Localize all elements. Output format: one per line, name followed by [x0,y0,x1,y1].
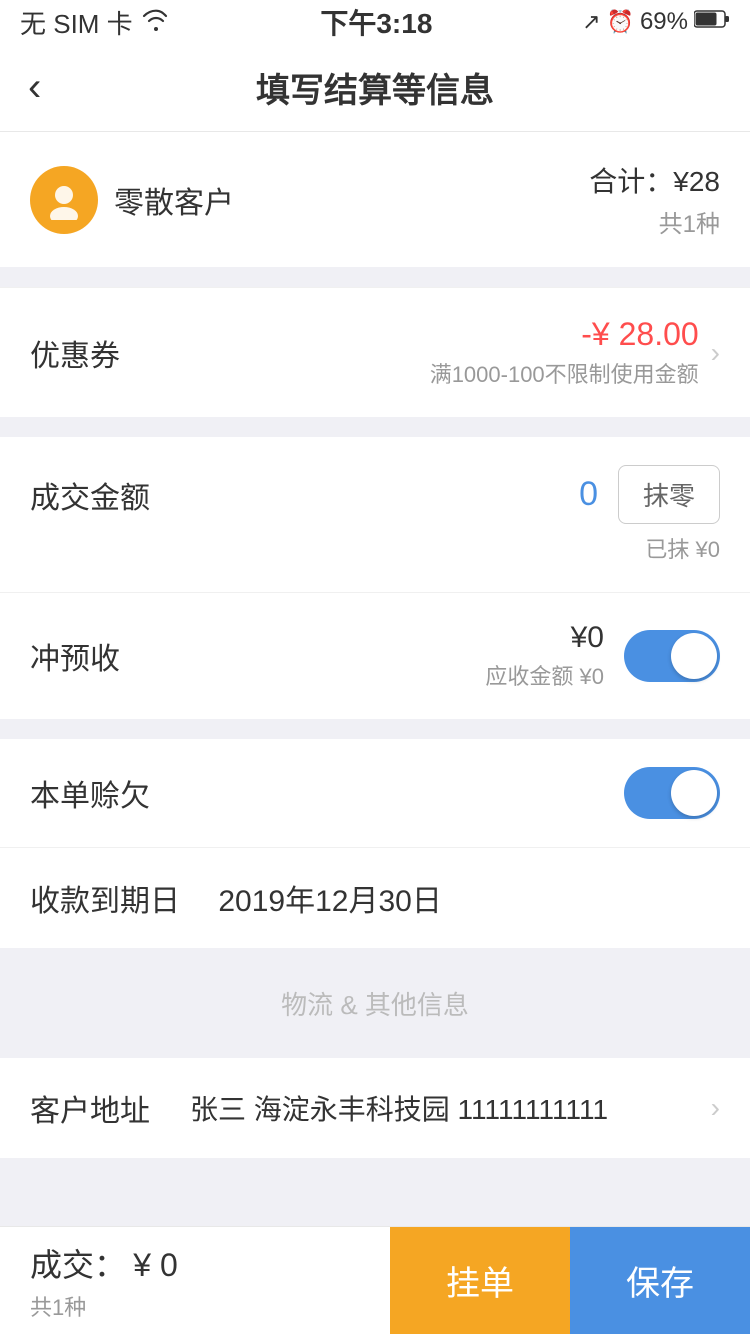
prereceive-toggle[interactable] [624,630,720,682]
prereceive-row: 冲预收 ¥0 应收金额 ¥0 [30,621,720,691]
toggle-knob [671,633,717,679]
page-title: 填写结算等信息 [256,63,494,112]
debit-section: 本单赊欠 [0,739,750,847]
coupon-discount: -¥ 28.00 [430,316,699,353]
prereceive-right: ¥0 应收金额 ¥0 [485,621,720,691]
customer-section: 零散客户 合计：¥28 共1种 [0,132,750,267]
round-button[interactable]: 抹零 [618,465,720,524]
back-button[interactable]: ‹ [28,65,41,110]
nav-bar: ‹ 填写结算等信息 [0,44,750,132]
content: 零散客户 合计：¥28 共1种 优惠券 -¥ 28.00 满1000-100不限… [0,132,750,1298]
prereceive-label: 冲预收 [30,634,120,678]
transaction-label: 成交金额 [30,473,150,517]
wifi-icon [141,7,171,38]
battery-icon [694,8,730,36]
divider-2 [0,417,750,437]
debit-label: 本单赊欠 [30,771,150,815]
sim-status: 无 SIM 卡 [20,4,133,41]
status-time: 下午3:18 [320,2,432,42]
customer-avatar [30,166,98,234]
logistics-divider: 物流 & 其他信息 [0,968,750,1038]
coupon-chevron-icon: › [711,337,720,369]
bottom-transaction: 成交： ¥ 0 [30,1240,360,1286]
logistics-text: 物流 & 其他信息 [281,985,469,1022]
debit-toggle[interactable] [624,767,720,819]
coupon-right: -¥ 28.00 满1000-100不限制使用金额 › [430,316,720,389]
divider-6 [0,1158,750,1178]
coupon-label: 优惠券 [30,331,120,375]
coupon-section[interactable]: 优惠券 -¥ 28.00 满1000-100不限制使用金额 › [0,287,750,417]
bottom-info: 成交： ¥ 0 共1种 [0,1240,390,1322]
hang-button[interactable]: 挂单 [390,1227,570,1334]
battery-percent: 69% [640,8,688,36]
divider-4 [0,948,750,968]
bottom-transaction-label: 成交： [30,1247,126,1283]
customer-left: 零散客户 [30,166,234,234]
divider-5 [0,1038,750,1058]
duedate-value: 2019年12月30日 [218,885,441,918]
address-label: 客户地址 [30,1086,150,1130]
prereceive-section: 冲预收 ¥0 应收金额 ¥0 [0,592,750,719]
divider-3 [0,719,750,739]
status-right: ↗ ⏰ 69% [582,8,730,36]
customer-name: 零散客户 [114,178,234,222]
transaction-value: 0 [579,475,598,514]
bottom-count: 共1种 [30,1290,360,1322]
already-rounded: 已抹 ¥0 [30,532,720,564]
address-chevron-icon: › [711,1092,720,1124]
duedate-label: 收款到期日 [30,885,180,918]
transaction-row: 成交金额 0 抹零 [30,465,720,524]
coupon-value: -¥ 28.00 满1000-100不限制使用金额 [430,316,699,389]
prereceive-value: ¥0 [485,621,604,655]
duedate-section: 收款到期日 2019年12月30日 [0,847,750,948]
bottom-transaction-value: ¥ 0 [133,1247,177,1283]
logistics-label: 物流 & 其他信息 [265,985,485,1022]
customer-row: 零散客户 合计：¥28 共1种 [0,132,750,267]
status-bar: 无 SIM 卡 下午3:18 ↗ ⏰ 69% [0,0,750,44]
coupon-desc: 满1000-100不限制使用金额 [430,357,699,389]
customer-count: 共1种 [589,204,720,239]
bottom-bar: 成交： ¥ 0 共1种 挂单 保存 [0,1226,750,1334]
divider-1 [0,267,750,287]
transaction-right: 0 抹零 [579,465,720,524]
customer-total: 合计：¥28 [589,160,720,200]
location-icon: ↗ [582,9,600,35]
transaction-section: 成交金额 0 抹零 已抹 ¥0 [0,437,750,592]
alarm-icon: ⏰ [607,9,634,35]
prereceive-amount: ¥0 应收金额 ¥0 [485,621,604,691]
coupon-row[interactable]: 优惠券 -¥ 28.00 满1000-100不限制使用金额 › [0,287,750,417]
address-section[interactable]: 客户地址 张三 海淀永丰科技园 11111111111 › [0,1058,750,1158]
status-left: 无 SIM 卡 [20,4,171,41]
debit-toggle-knob [671,770,717,816]
prereceive-desc: 应收金额 ¥0 [485,659,604,691]
address-value: 张三 海淀永丰科技园 11111111111 [190,1088,691,1128]
customer-right: 合计：¥28 共1种 [589,160,720,239]
save-button[interactable]: 保存 [570,1227,750,1334]
